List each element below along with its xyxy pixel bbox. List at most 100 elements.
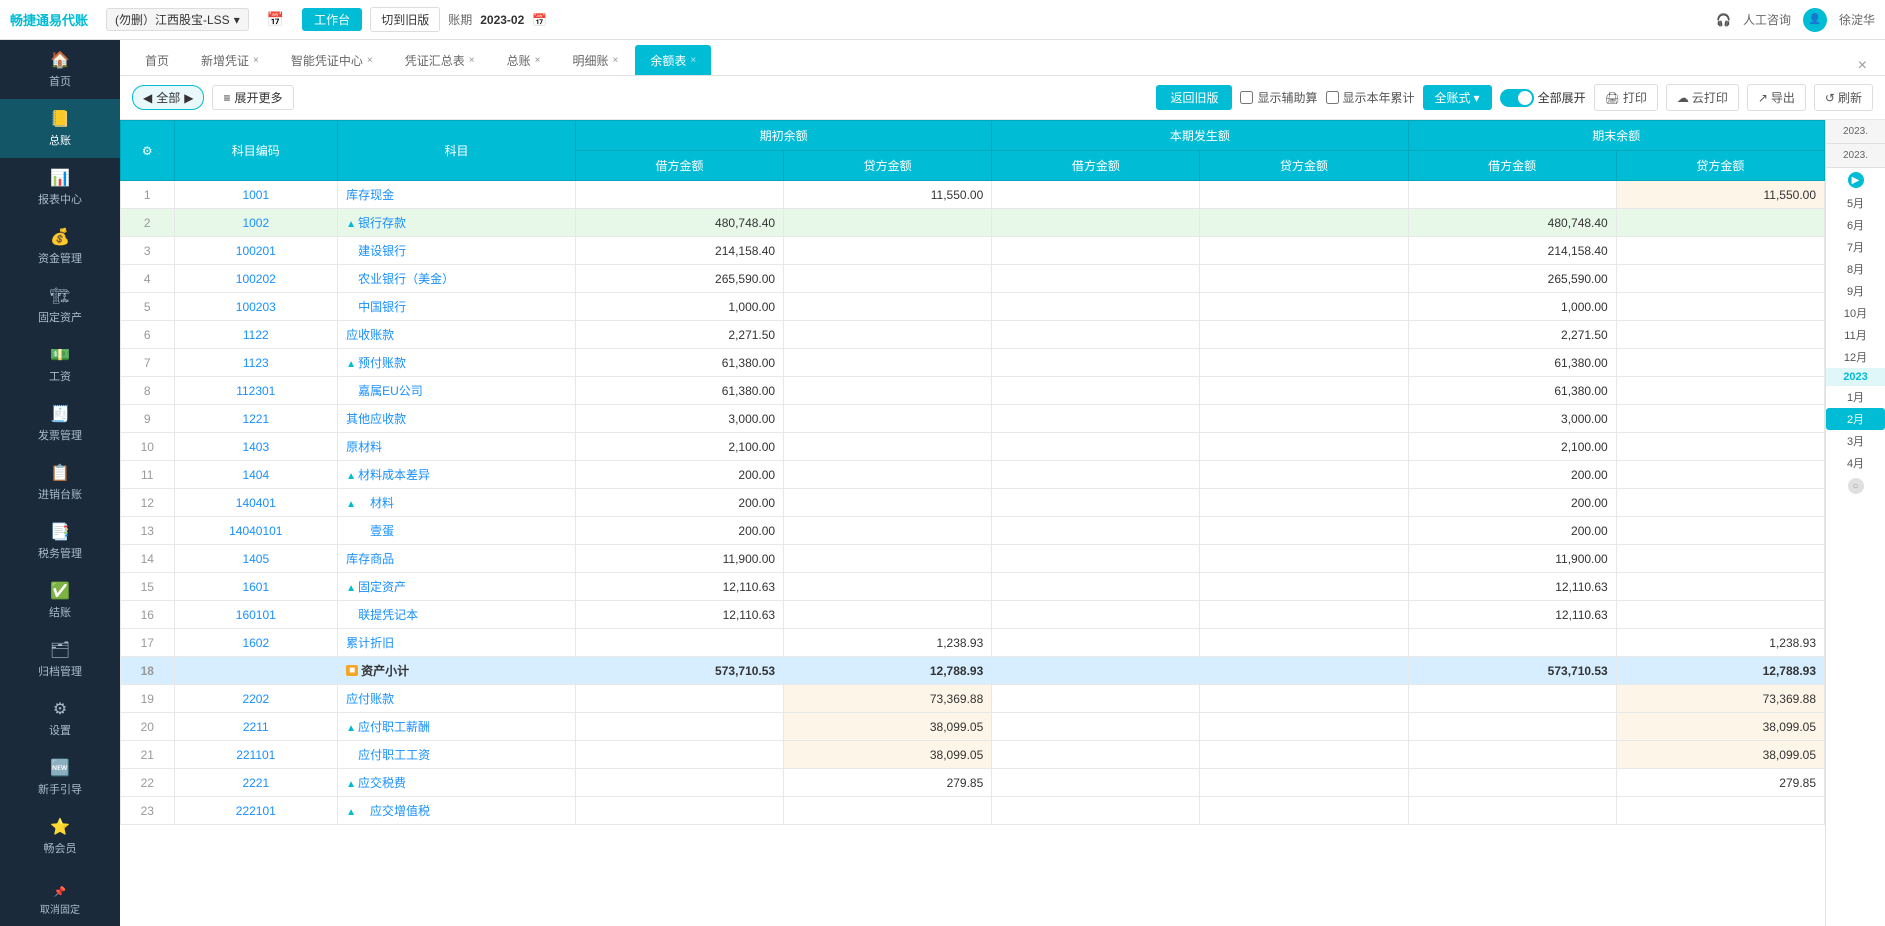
account-name-link[interactable]: 库存现金 [346, 188, 394, 202]
tab-new-voucher-close[interactable]: × [253, 55, 259, 66]
row-code[interactable]: 100201 [174, 237, 338, 265]
tab-new-voucher[interactable]: 新增凭证 × [186, 45, 274, 75]
month-12[interactable]: 12月 [1826, 346, 1885, 368]
tab-balance-sheet[interactable]: 余额表 × [635, 45, 711, 75]
service-label[interactable]: 人工咨询 [1743, 11, 1791, 28]
month-2[interactable]: 2月 [1826, 408, 1885, 430]
sidebar-item-reports[interactable]: 📊 报表中心 [0, 158, 120, 217]
account-name-link[interactable]: 原材料 [346, 440, 382, 454]
account-name-link[interactable]: 应交增值税 [358, 804, 430, 818]
account-name-link[interactable]: 嘉属EU公司 [346, 384, 423, 398]
account-name-link[interactable]: 壹蛋 [346, 524, 394, 538]
account-name-link[interactable]: 应付账款 [346, 692, 394, 706]
row-code[interactable]: 100202 [174, 265, 338, 293]
month-5[interactable]: 5月 [1826, 192, 1885, 214]
account-name-link[interactable]: 应收账款 [346, 328, 394, 342]
unpin-btn[interactable]: 📌 取消固定 [0, 877, 120, 926]
show-aux-checkbox[interactable] [1240, 91, 1253, 104]
tab-home[interactable]: 首页 [130, 45, 184, 75]
account-name-link[interactable]: 其他应收款 [346, 412, 406, 426]
month-3[interactable]: 3月 [1826, 430, 1885, 452]
month-1[interactable]: 1月 [1826, 386, 1885, 408]
row-code[interactable]: 140401 [174, 489, 338, 517]
switch-version-button[interactable]: 切到旧版 [370, 7, 440, 32]
row-code[interactable]: 1602 [174, 629, 338, 657]
sidebar-item-guide[interactable]: 🆕 新手引导 [0, 748, 120, 807]
account-name-link[interactable]: 中国银行 [346, 300, 406, 314]
sidebar-item-settings[interactable]: ⚙ 设置 [0, 689, 120, 748]
period-calendar-icon[interactable]: 📅 [532, 13, 547, 27]
tab-detail-ledger[interactable]: 明细账 × [557, 45, 633, 75]
tab-voucher-summary[interactable]: 凭证汇总表 × [390, 45, 490, 75]
account-name-link[interactable]: 累计折旧 [346, 636, 394, 650]
right-panel-circle2[interactable]: ○ [1826, 474, 1885, 498]
format-button[interactable]: 全账式 ▾ [1423, 85, 1492, 110]
row-code[interactable]: 160101 [174, 601, 338, 629]
month-11[interactable]: 11月 [1826, 324, 1885, 346]
print-button[interactable]: 🖨 打印 [1594, 84, 1658, 111]
month-10[interactable]: 10月 [1826, 302, 1885, 324]
sidebar-item-settlement[interactable]: ✅ 结账 [0, 571, 120, 630]
month-6[interactable]: 6月 [1826, 214, 1885, 236]
sidebar-item-ledger[interactable]: 📒 总账 [0, 99, 120, 158]
month-8[interactable]: 8月 [1826, 258, 1885, 280]
sidebar-item-capital[interactable]: 💰 资金管理 [0, 217, 120, 276]
row-code[interactable]: 1123 [174, 349, 338, 377]
row-code[interactable]: 1001 [174, 181, 338, 209]
row-code[interactable]: 1221 [174, 405, 338, 433]
account-name-link[interactable]: 农业银行（美金） [346, 272, 454, 286]
row-code[interactable]: 112301 [174, 377, 338, 405]
account-name-link[interactable]: 建设银行 [346, 244, 406, 258]
sidebar-item-home[interactable]: 🏠 首页 [0, 40, 120, 99]
calendar-btn[interactable]: 📅 [257, 7, 294, 32]
company-selector[interactable]: (勿删）江西股宝-LSS ▾ [106, 8, 249, 31]
account-name-link[interactable]: 应交税费 [358, 776, 406, 790]
month-4[interactable]: 4月 [1826, 452, 1885, 474]
account-name-link[interactable]: 库存商品 [346, 552, 394, 566]
row-code[interactable]: 2202 [174, 685, 338, 713]
return-old-version-button[interactable]: 返回旧版 [1156, 85, 1232, 110]
refresh-button[interactable]: ↺ 刷新 [1814, 84, 1873, 111]
account-name-link[interactable]: 材料成本差异 [358, 468, 430, 482]
row-code[interactable]: 2211 [174, 713, 338, 741]
tab-voucher-summary-close[interactable]: × [469, 55, 475, 66]
tab-balance-sheet-close[interactable]: × [690, 55, 696, 66]
row-code[interactable]: 1601 [174, 573, 338, 601]
row-code[interactable]: 1405 [174, 545, 338, 573]
row-code[interactable]: 1404 [174, 461, 338, 489]
show-year-cumul-checkbox[interactable] [1326, 91, 1339, 104]
right-panel-expand-btn[interactable]: ▶ [1826, 168, 1885, 192]
cloud-print-button[interactable]: ☁ 云打印 [1666, 84, 1739, 111]
account-name-link[interactable]: 银行存款 [358, 216, 406, 230]
tab-general-ledger-close[interactable]: × [535, 55, 541, 66]
sidebar-item-member[interactable]: ⭐ 畅会员 [0, 807, 120, 866]
row-code[interactable]: 2221 [174, 769, 338, 797]
month-9[interactable]: 9月 [1826, 280, 1885, 302]
month-7[interactable]: 7月 [1826, 236, 1885, 258]
row-code[interactable]: 1002 [174, 209, 338, 237]
expand-button[interactable]: ≡ 展开更多 [212, 85, 293, 110]
expand-all-toggle[interactable]: 全部展开 [1500, 89, 1586, 107]
row-code[interactable]: 1122 [174, 321, 338, 349]
export-button[interactable]: ↗ 导出 [1747, 84, 1806, 111]
workbench-button[interactable]: 工作台 [302, 8, 362, 31]
sidebar-item-tax[interactable]: 📑 税务管理 [0, 512, 120, 571]
show-aux-checkbox-group[interactable]: 显示辅助算 [1240, 89, 1317, 106]
account-name-link[interactable]: 材料 [358, 496, 394, 510]
row-code[interactable]: 1403 [174, 433, 338, 461]
account-name-link[interactable]: 应付职工工资 [346, 748, 430, 762]
sidebar-item-fixed-assets[interactable]: 🏗 固定资产 [0, 276, 120, 335]
account-name-link[interactable]: 联提凭记本 [346, 608, 418, 622]
account-name-link[interactable]: 固定资产 [358, 580, 406, 594]
content-close-btn[interactable]: × [1850, 57, 1875, 75]
sidebar-item-purchase[interactable]: 📋 进销台账 [0, 453, 120, 512]
account-name-link[interactable]: 预付账款 [358, 356, 406, 370]
tab-detail-ledger-close[interactable]: × [612, 55, 618, 66]
sidebar-item-payroll[interactable]: 💵 工资 [0, 335, 120, 394]
row-code[interactable]: 100203 [174, 293, 338, 321]
row-code[interactable]: 14040101 [174, 517, 338, 545]
tab-general-ledger[interactable]: 总账 × [492, 45, 556, 75]
show-year-cumul-checkbox-group[interactable]: 显示本年累计 [1326, 89, 1415, 106]
sidebar-item-archive[interactable]: 🗂 归档管理 [0, 630, 120, 689]
sidebar-item-invoice[interactable]: 🧾 发票管理 [0, 394, 120, 453]
